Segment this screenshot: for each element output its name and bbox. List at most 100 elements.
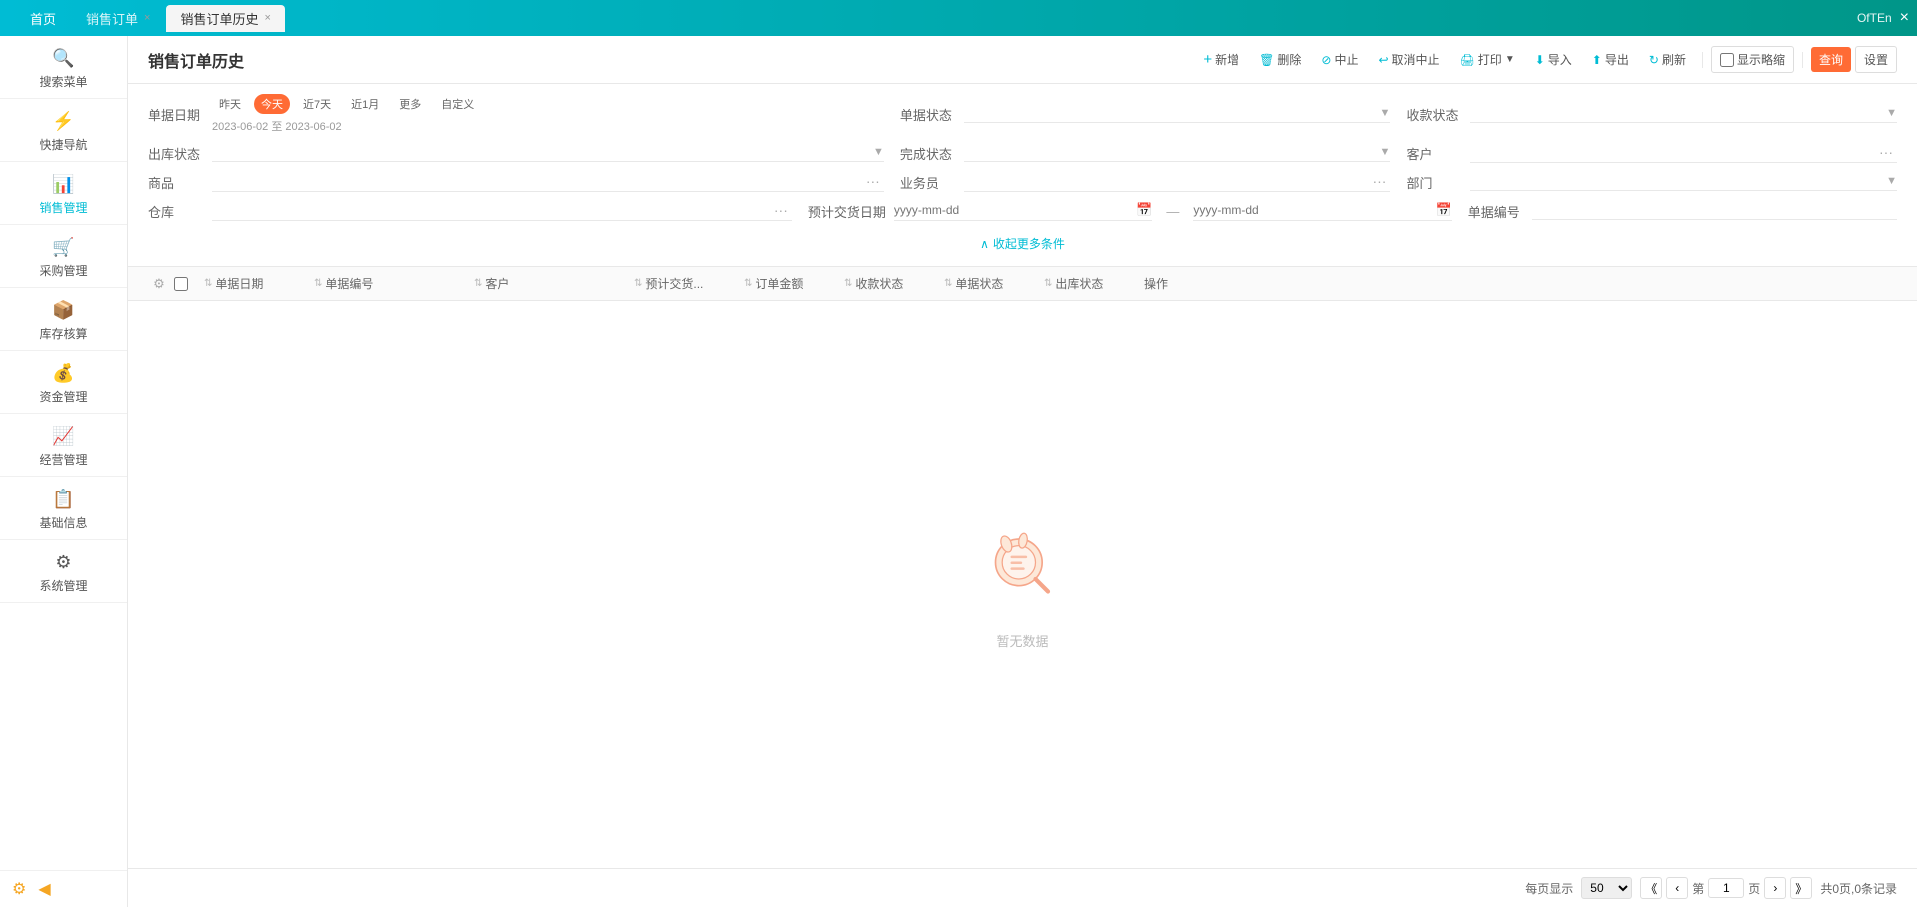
sidebar-item-fund-mgmt[interactable]: 💰 资金管理 — [0, 351, 127, 414]
stop-button[interactable]: ⊘ 中止 — [1313, 47, 1366, 72]
filter-label-complete-status: 完成状态 — [900, 144, 956, 163]
settings-gear-icon[interactable]: ⚙ — [153, 276, 165, 292]
salesman-ellipsis-icon[interactable]: ··· — [1368, 173, 1390, 189]
salesman-input[interactable] — [964, 174, 1365, 188]
sidebar-item-system-mgmt[interactable]: ⚙ 系统管理 — [0, 540, 127, 603]
delivery-start-input[interactable] — [894, 203, 1132, 217]
last-page-button[interactable]: 》 — [1790, 877, 1812, 899]
print-button[interactable]: 🖨 打印 ▼ — [1452, 47, 1523, 72]
complete-status-input[interactable] — [964, 145, 1376, 159]
search-button[interactable]: 查询 — [1811, 47, 1851, 72]
complete-status-arrow-icon: ▼ — [1380, 146, 1391, 158]
th-date-sort-icon[interactable]: ⇅ — [204, 278, 212, 289]
page-size-select[interactable]: 50 10 20 100 — [1581, 877, 1632, 899]
filter-control-order-status[interactable]: ▼ — [964, 106, 1391, 123]
date-btn-today[interactable]: 今天 — [254, 94, 290, 114]
sidebar-settings-icon[interactable]: ⚙ — [12, 879, 26, 899]
current-page-input[interactable] — [1708, 878, 1744, 898]
th-out-status-sort-icon[interactable]: ⇅ — [1044, 278, 1052, 289]
filter-control-delivery-end[interactable]: 📅 — [1193, 202, 1451, 221]
date-btn-yesterday[interactable]: 昨天 — [212, 94, 248, 114]
sidebar-item-operation-mgmt[interactable]: 📈 经营管理 — [0, 414, 127, 477]
delivery-end-input[interactable] — [1193, 203, 1431, 217]
th-order-status-sort-icon[interactable]: ⇅ — [944, 278, 952, 289]
filter-item-out-status: 出库状态 ▼ — [148, 144, 884, 163]
filter-control-dept[interactable]: ▼ — [1470, 174, 1897, 191]
date-btn-custom[interactable]: 自定义 — [434, 94, 481, 114]
calendar-icon-end[interactable]: 📅 — [1436, 202, 1452, 218]
refresh-button[interactable]: ↻ 刷新 — [1641, 47, 1694, 72]
close-tab-sales-order-icon[interactable]: × — [144, 12, 150, 24]
dept-input[interactable] — [1470, 174, 1882, 188]
th-delivery-sort-icon[interactable]: ⇅ — [634, 278, 642, 289]
filter-control-delivery-start[interactable]: 📅 — [894, 202, 1152, 221]
warehouse-input[interactable] — [212, 203, 766, 217]
tab-home[interactable]: 首页 — [16, 5, 70, 32]
tab-bar: 首页 销售订单 × 销售订单历史 × — [16, 5, 1857, 32]
first-page-button[interactable]: 《 — [1640, 877, 1662, 899]
pay-status-input[interactable] — [1470, 106, 1882, 120]
sidebar-item-sales-mgmt[interactable]: 📊 销售管理 — [0, 162, 127, 225]
sidebar-item-basic-info[interactable]: 📋 基础信息 — [0, 477, 127, 540]
customer-input[interactable] — [1470, 145, 1871, 159]
filter-control-out-status[interactable]: ▼ — [212, 145, 884, 162]
date-filter: 昨天 今天 近7天 近1月 更多 自定义 — [212, 94, 884, 114]
tab-sales-order[interactable]: 销售订单 × — [72, 5, 164, 32]
th-pay-status: ⇅ 收款状态 — [844, 275, 944, 292]
filter-control-customer[interactable]: ··· — [1470, 144, 1897, 163]
filter-control-order-no[interactable] — [1532, 203, 1897, 220]
basic-info-icon: 📋 — [52, 489, 74, 510]
warehouse-ellipsis-icon[interactable]: ··· — [770, 202, 792, 218]
product-ellipsis-icon[interactable]: ··· — [862, 173, 884, 189]
search-menu-icon: 🔍 — [52, 48, 74, 69]
settings-button-label: 设置 — [1864, 51, 1888, 68]
select-all-checkbox[interactable] — [174, 277, 188, 291]
sidebar-item-quick-nav[interactable]: ⚡ 快捷导航 — [0, 99, 127, 162]
filter-control-pay-status[interactable]: ▼ — [1470, 106, 1897, 123]
sidebar-item-inventory-check[interactable]: 📦 库存核算 — [0, 288, 127, 351]
cancel-stop-button[interactable]: ↩ 取消中止 — [1370, 47, 1447, 72]
close-tab-history-icon[interactable]: × — [264, 12, 270, 24]
export-button[interactable]: ⬆ 导出 — [1584, 47, 1637, 72]
filter-control-complete-status[interactable]: ▼ — [964, 145, 1391, 162]
tab-sales-order-label: 销售订单 — [86, 9, 138, 28]
settings-button[interactable]: 设置 — [1855, 46, 1897, 73]
customer-ellipsis-icon[interactable]: ··· — [1875, 144, 1897, 160]
prev-page-button[interactable]: ‹ — [1666, 877, 1688, 899]
sidebar-item-purchase-mgmt[interactable]: 🛒 采购管理 — [0, 225, 127, 288]
filter-control-product[interactable]: ··· — [212, 173, 884, 192]
th-pay-status-sort-icon[interactable]: ⇅ — [844, 278, 852, 289]
filter-control-salesman[interactable]: ··· — [964, 173, 1391, 192]
collapse-button[interactable]: ∧ 收起更多条件 — [148, 231, 1897, 256]
import-button[interactable]: ⬇ 导入 — [1527, 47, 1580, 72]
display-col-checkbox[interactable] — [1720, 53, 1734, 67]
date-btn-1month[interactable]: 近1月 — [344, 94, 386, 114]
th-num-sort-icon[interactable]: ⇅ — [314, 278, 322, 289]
close-all-icon[interactable]: × — [1900, 9, 1909, 27]
sidebar-item-search-menu[interactable]: 🔍 搜索菜单 — [0, 36, 127, 99]
th-amount-sort-icon[interactable]: ⇅ — [744, 278, 752, 289]
th-order-status: ⇅ 单据状态 — [944, 275, 1044, 292]
th-customer: ⇅ 客户 — [474, 275, 634, 292]
filter-item-order-no: 单据编号 — [1468, 202, 1897, 221]
stop-label: 中止 — [1334, 51, 1358, 68]
next-page-button[interactable]: › — [1764, 877, 1786, 899]
out-status-input[interactable] — [212, 145, 869, 159]
order-status-input[interactable] — [964, 106, 1376, 120]
sidebar-collapse-icon[interactable]: ◀ — [38, 879, 50, 899]
date-btn-7days[interactable]: 近7天 — [296, 94, 338, 114]
th-customer-sort-icon[interactable]: ⇅ — [474, 278, 482, 289]
order-no-input[interactable] — [1532, 203, 1897, 217]
filter-control-warehouse[interactable]: ··· — [212, 202, 792, 221]
delete-button[interactable]: 🗑 删除 — [1251, 47, 1309, 72]
toolbar: + 新增 🗑 删除 ⊘ 中止 ↩ 取消中止 🖨 打印 — [1195, 46, 1897, 73]
new-label: 新增 — [1215, 51, 1239, 68]
display-col-btn[interactable]: 显示略缩 — [1711, 46, 1794, 73]
date-btn-more[interactable]: 更多 — [392, 94, 428, 114]
tab-sales-order-history[interactable]: 销售订单历史 × — [166, 5, 284, 32]
top-bar: 首页 销售订单 × 销售订单历史 × OfTEn × — [0, 0, 1917, 36]
product-input[interactable] — [212, 174, 858, 188]
new-button[interactable]: + 新增 — [1195, 47, 1247, 72]
calendar-icon-start[interactable]: 📅 — [1136, 202, 1152, 218]
table-settings-button[interactable]: ⚙ — [144, 276, 174, 292]
